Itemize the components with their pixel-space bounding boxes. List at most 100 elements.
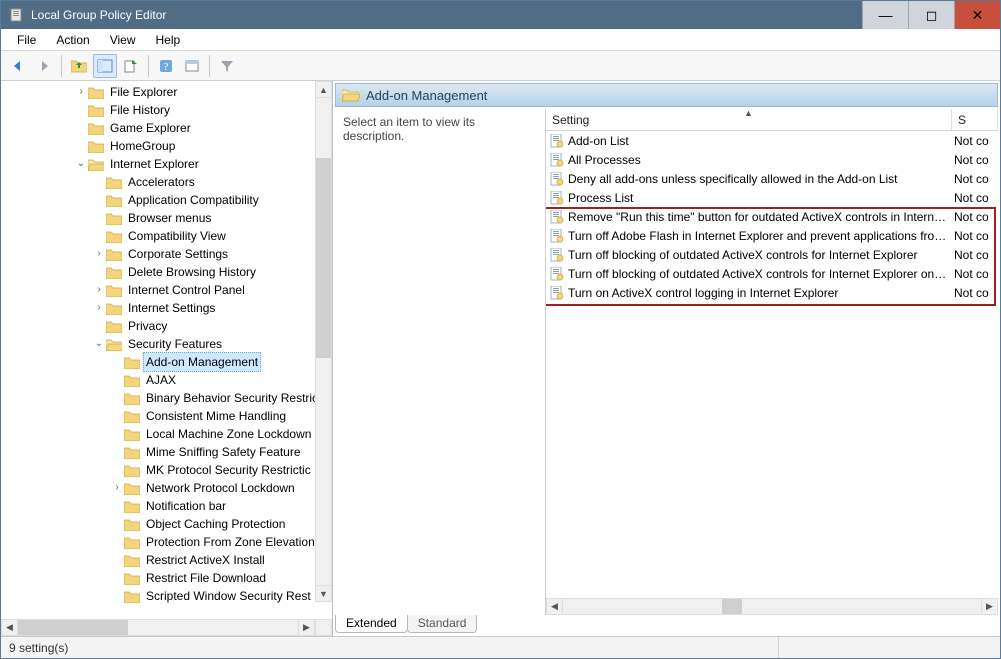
column-headers: Setting ▲ S — [546, 109, 998, 131]
policy-row[interactable]: Turn off blocking of outdated ActiveX co… — [546, 264, 998, 283]
details-title: Add-on Management — [366, 88, 487, 103]
tree-item-file-history[interactable]: File History — [75, 101, 332, 119]
app-icon — [9, 7, 25, 23]
tree-item-app-compatibility[interactable]: Application Compatibility — [93, 191, 332, 209]
tree-item-lmz-lockdown[interactable]: Local Machine Zone Lockdown — [111, 425, 332, 443]
policy-row[interactable]: All Processes Not co — [546, 150, 998, 169]
back-button[interactable] — [6, 54, 30, 78]
policy-name: Turn off blocking of outdated ActiveX co… — [568, 248, 918, 262]
tree[interactable]: ›File Explorer File History Game Explore… — [57, 83, 332, 605]
policy-icon — [550, 134, 564, 148]
policy-row[interactable]: Turn on ActiveX control logging in Inter… — [546, 283, 998, 302]
policy-icon — [550, 286, 564, 300]
policy-icon — [550, 210, 564, 224]
scroll-left-icon[interactable]: ◀ — [546, 598, 563, 615]
scroll-left-icon[interactable]: ◀ — [1, 619, 18, 636]
tree-item-notification-bar[interactable]: Notification bar — [111, 497, 332, 515]
tree-item-restrict-activex[interactable]: Restrict ActiveX Install — [111, 551, 332, 569]
details-header: Add-on Management — [335, 83, 998, 107]
policy-state: Not co — [952, 267, 998, 281]
view-tabs: Extended Standard — [335, 615, 1000, 636]
properties-button[interactable] — [180, 54, 204, 78]
settings-list: Setting ▲ S Add-on ListNot coAll Process… — [546, 109, 998, 615]
tree-item-mime-sniffing[interactable]: Mime Sniffing Safety Feature — [111, 443, 332, 461]
policy-row[interactable]: Turn off Adobe Flash in Internet Explore… — [546, 226, 998, 245]
tree-item-homegroup[interactable]: HomeGroup — [75, 137, 332, 155]
menu-action[interactable]: Action — [46, 31, 99, 49]
policy-name: Deny all add-ons unless specifically all… — [568, 172, 898, 186]
policy-row[interactable]: Process List Not co — [546, 188, 998, 207]
policy-icon — [550, 153, 564, 167]
tree-item-addon-management[interactable]: Add-on Management — [111, 353, 332, 371]
policy-name: Process List — [568, 191, 633, 205]
policy-state: Not co — [952, 286, 998, 300]
policy-state: Not co — [952, 248, 998, 262]
tree-item-network-protocol-lockdown[interactable]: ›Network Protocol Lockdown — [111, 479, 332, 497]
tree-item-security-features[interactable]: ⌄Security Features — [93, 335, 332, 353]
tree-item-internet-explorer[interactable]: ⌄Internet Explorer — [75, 155, 332, 173]
show-hide-tree-button[interactable] — [93, 54, 117, 78]
tree-vertical-scrollbar[interactable]: ▲ ▼ — [315, 81, 332, 602]
tree-horizontal-scrollbar[interactable]: ◀ ▶ — [1, 619, 332, 636]
tree-item-accelerators[interactable]: Accelerators — [93, 173, 332, 191]
policy-state: Not co — [952, 191, 998, 205]
description-panel: Select an item to view its description. — [335, 109, 545, 615]
tree-item-scripted-window[interactable]: Scripted Window Security Rest — [111, 587, 332, 605]
sort-asc-icon: ▲ — [744, 109, 753, 118]
tree-item-browser-menus[interactable]: Browser menus — [93, 209, 332, 227]
policy-state: Not co — [952, 229, 998, 243]
tree-item-zone-elevation[interactable]: Protection From Zone Elevation — [111, 533, 332, 551]
policy-icon — [550, 267, 564, 281]
scroll-right-icon[interactable]: ▶ — [298, 619, 315, 636]
tree-item-mk-protocol[interactable]: MK Protocol Security Restrictic — [111, 461, 332, 479]
help-button[interactable]: ? — [154, 54, 178, 78]
policy-row[interactable]: Add-on ListNot co — [546, 131, 998, 150]
policy-state: Not co — [952, 134, 998, 148]
title-bar: Local Group Policy Editor — ◻ ✕ — [1, 1, 1000, 29]
policy-name: Remove "Run this time" button for outdat… — [568, 210, 946, 224]
status-spacer — [779, 637, 992, 658]
column-state[interactable]: S — [952, 109, 998, 130]
policy-name: All Processes — [568, 153, 641, 167]
policy-row[interactable]: Remove "Run this time" button for outdat… — [546, 207, 998, 226]
tree-item-ajax[interactable]: AJAX — [111, 371, 332, 389]
scroll-down-icon[interactable]: ▼ — [315, 585, 332, 602]
tree-item-delete-browsing-history[interactable]: Delete Browsing History — [93, 263, 332, 281]
list-horizontal-scrollbar[interactable]: ◀ ▶ — [546, 598, 998, 615]
tree-item-consistent-mime[interactable]: Consistent Mime Handling — [111, 407, 332, 425]
tree-item-privacy[interactable]: Privacy — [93, 317, 332, 335]
tab-extended[interactable]: Extended — [335, 615, 408, 633]
policy-icon — [550, 248, 564, 262]
minimize-button[interactable]: — — [862, 1, 908, 29]
policy-name: Turn off Adobe Flash in Internet Explore… — [568, 229, 946, 243]
tree-item-object-caching[interactable]: Object Caching Protection — [111, 515, 332, 533]
policy-state: Not co — [952, 153, 998, 167]
tree-item-restrict-file-download[interactable]: Restrict File Download — [111, 569, 332, 587]
filter-button[interactable] — [215, 54, 239, 78]
tree-item-binary-behavior[interactable]: Binary Behavior Security Restric — [111, 389, 332, 407]
up-button[interactable] — [67, 54, 91, 78]
tab-standard[interactable]: Standard — [407, 615, 478, 633]
tree-item-compatibility-view[interactable]: Compatibility View — [93, 227, 332, 245]
tree-item-file-explorer[interactable]: ›File Explorer — [75, 83, 332, 101]
tree-item-game-explorer[interactable]: Game Explorer — [75, 119, 332, 137]
tree-item-internet-settings[interactable]: ›Internet Settings — [93, 299, 332, 317]
tree-item-internet-control-panel[interactable]: ›Internet Control Panel — [93, 281, 332, 299]
menu-view[interactable]: View — [100, 31, 146, 49]
policy-state: Not co — [952, 210, 998, 224]
forward-button[interactable] — [32, 54, 56, 78]
status-bar: 9 setting(s) — [1, 636, 1000, 658]
policy-icon — [550, 191, 564, 205]
close-button[interactable]: ✕ — [954, 1, 1000, 29]
policy-row[interactable]: Deny all add-ons unless specifically all… — [546, 169, 998, 188]
scroll-up-icon[interactable]: ▲ — [315, 81, 332, 98]
menu-help[interactable]: Help — [146, 31, 191, 49]
policy-row[interactable]: Turn off blocking of outdated ActiveX co… — [546, 245, 998, 264]
menu-file[interactable]: File — [7, 31, 46, 49]
maximize-button[interactable]: ◻ — [908, 1, 954, 29]
export-button[interactable] — [119, 54, 143, 78]
column-setting[interactable]: Setting ▲ — [546, 109, 952, 130]
folder-icon — [342, 87, 360, 103]
tree-item-corporate-settings[interactable]: ›Corporate Settings — [93, 245, 332, 263]
scroll-right-icon[interactable]: ▶ — [981, 598, 998, 615]
